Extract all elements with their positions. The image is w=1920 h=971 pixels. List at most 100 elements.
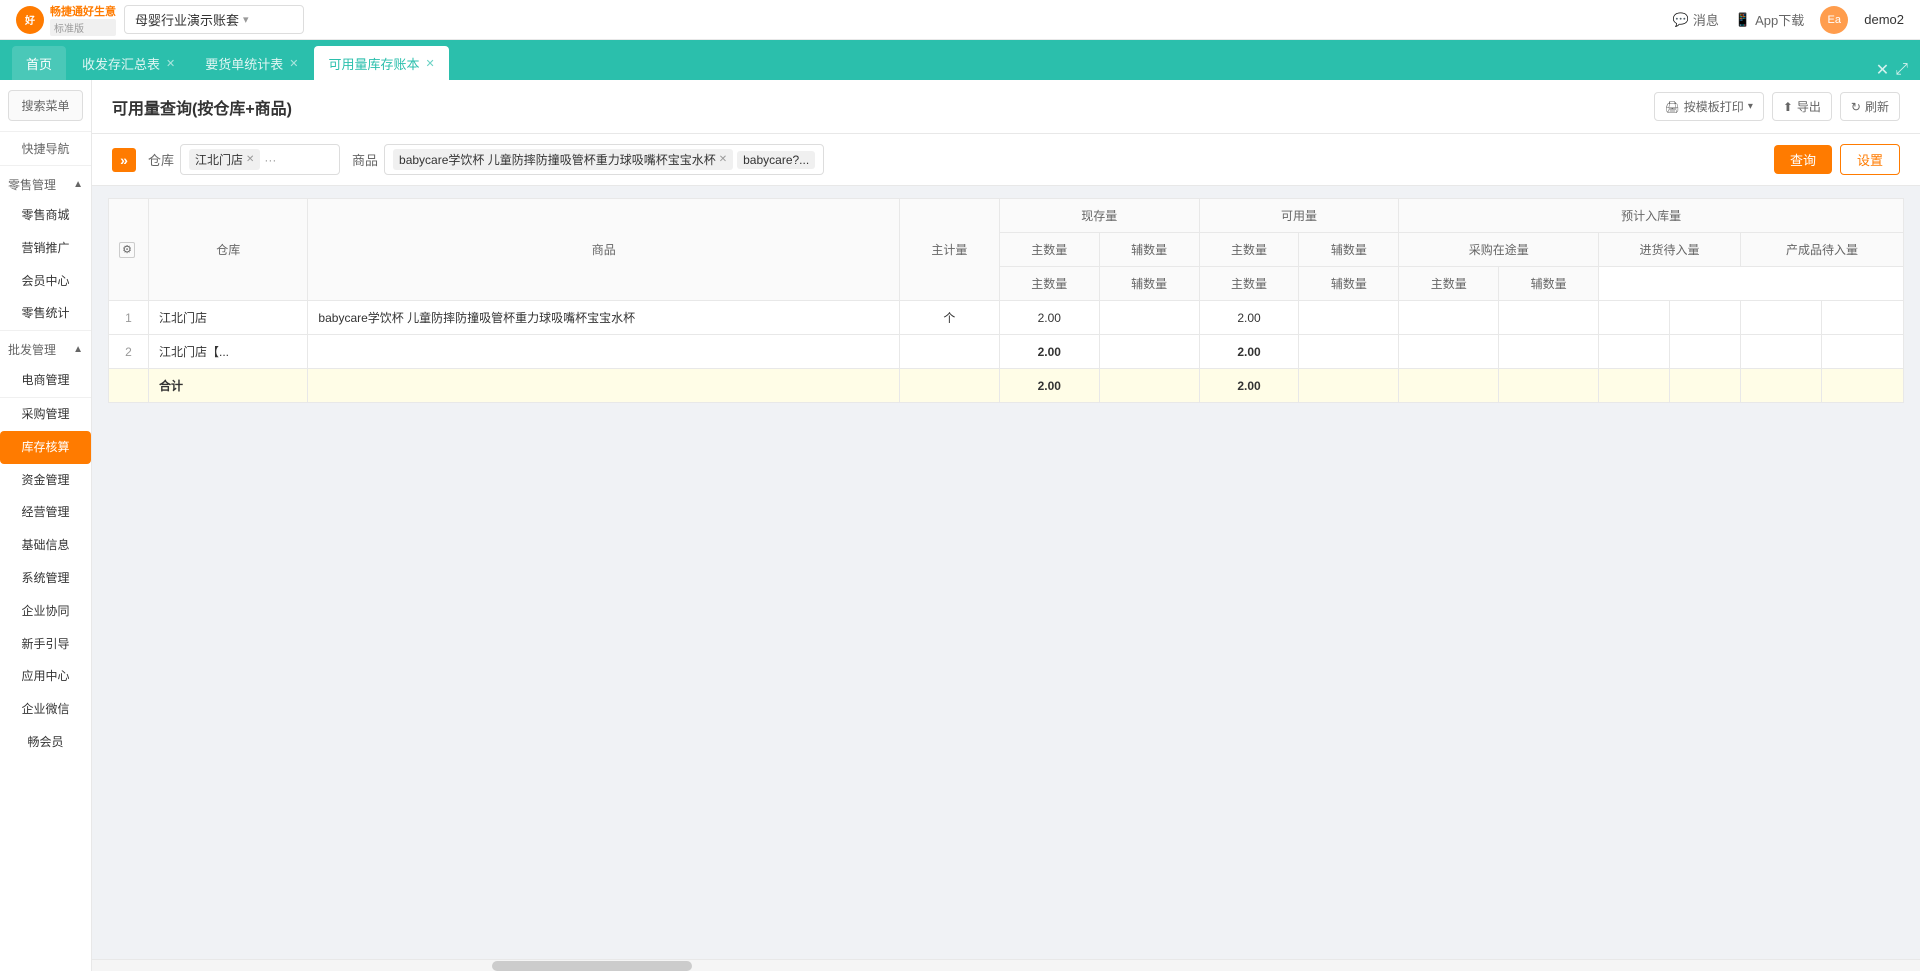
summary-inc-aux [1670, 369, 1741, 403]
warehouse-input[interactable]: 江北门店 ✕ ··· [180, 144, 340, 175]
incoming-header: 进货待入量 [1599, 233, 1741, 267]
row-current-main-2: 2.00 [999, 335, 1099, 369]
sidebar-item-collab[interactable]: 企业协同 [0, 595, 91, 628]
tab-receive-send[interactable]: 收发存汇总表 ✕ [68, 46, 189, 80]
inc-main-header: 主数量 [1199, 267, 1299, 301]
settings-btn[interactable]: 设置 [1840, 144, 1900, 175]
row-avail-main-1: 2.00 [1199, 301, 1299, 335]
row-product-1: babycare学饮杯 儿童防摔防撞吸管杯重力球吸嘴杯宝宝水杯 [308, 301, 900, 335]
warehouse-tag-close[interactable]: ✕ [246, 154, 254, 165]
current-main-header: 主数量 [999, 233, 1099, 267]
table-row: 2 江北门店【... 2.00 2.00 [109, 335, 1904, 369]
summary-current-main: 2.00 [999, 369, 1099, 403]
table-header-row-1: ⚙ 仓库 商品 主计量 现存量 可用量 预计入库量 [109, 199, 1904, 233]
sidebar-item-member[interactable]: 畅会员 [0, 726, 91, 759]
tab-close-receive-send[interactable]: ✕ [166, 57, 175, 70]
product-input[interactable]: babycare学饮杯 儿童防摔防撞吸管杯重力球吸嘴杯宝宝水杯 ✕ babyca… [384, 144, 824, 175]
org-dropdown-icon: ▾ [243, 13, 249, 26]
close-tab-btn[interactable]: ✕ [1876, 60, 1889, 80]
main-layout: 搜索菜单 快捷导航 零售管理 ▲ 零售商城 营销推广 会员中心 零售统计 批发管… [0, 80, 1920, 971]
summary-inc-main [1599, 369, 1670, 403]
export-btn[interactable]: ⬆ 导出 [1772, 92, 1832, 121]
tab-close-available-stock[interactable]: ✕ [426, 57, 435, 70]
row-num-2: 2 [109, 335, 149, 369]
summary-avail-aux [1299, 369, 1399, 403]
search-menu-btn[interactable]: 搜索菜单 [8, 90, 83, 121]
inc-aux-header: 辅数量 [1299, 267, 1399, 301]
summary-label: 合计 [149, 369, 308, 403]
tab-available-stock[interactable]: 可用量库存账本 ✕ [314, 46, 448, 80]
logo-text: 畅捷通好生意 标准版 [50, 3, 116, 36]
row-prod-main-2 [1741, 335, 1822, 369]
warehouse-ellipsis: ··· [264, 153, 276, 167]
product-filter: 商品 babycare学饮杯 儿童防摔防撞吸管杯重力球吸嘴杯宝宝水杯 ✕ bab… [352, 144, 824, 175]
export-icon: ⬆ [1783, 100, 1793, 114]
product-tag-close-1[interactable]: ✕ [719, 154, 727, 165]
tab-close-order-stats[interactable]: ✕ [289, 57, 298, 70]
sidebar-item-retail-stats[interactable]: 零售统计 [0, 297, 91, 330]
user-avatar[interactable]: Ea [1820, 6, 1848, 34]
quick-nav-btn[interactable]: 快捷导航 [0, 132, 91, 166]
message-btn[interactable]: 💬 消息 [1673, 10, 1719, 29]
maximize-btn[interactable]: ⤢ [1895, 61, 1908, 79]
sidebar-item-guide[interactable]: 新手引导 [0, 628, 91, 661]
sidebar-item-finance[interactable]: 资金管理 [0, 464, 91, 497]
print-icon: 🖨 [1665, 100, 1680, 114]
top-bar-left: 好 畅捷通好生意 标准版 母婴行业演示账套 ▾ [16, 3, 304, 36]
sidebar-item-basic[interactable]: 基础信息 [0, 529, 91, 562]
filter-expand-btn[interactable]: » [112, 148, 136, 172]
table-body: 1 江北门店 babycare学饮杯 儿童防摔防撞吸管杯重力球吸嘴杯宝宝水杯 个… [109, 301, 1904, 369]
sidebar-item-appstore[interactable]: 应用中心 [0, 660, 91, 693]
sidebar-item-membership[interactable]: 会员中心 [0, 265, 91, 298]
sidebar-item-ops[interactable]: 经营管理 [0, 496, 91, 529]
tab-home[interactable]: 首页 [12, 46, 66, 80]
refresh-btn[interactable]: ↻ 刷新 [1840, 92, 1900, 121]
tab-order-stats[interactable]: 要货单统计表 ✕ [191, 46, 312, 80]
row-inc-aux-1 [1670, 301, 1741, 335]
settings-col-header: ⚙ [109, 199, 149, 301]
sidebar-item-wework[interactable]: 企业微信 [0, 693, 91, 726]
window-controls: ✕ ⤢ [1876, 60, 1908, 80]
product-col-header: 商品 [308, 199, 900, 301]
warehouse-label: 仓库 [148, 150, 174, 169]
row-avail-main-2: 2.00 [1199, 335, 1299, 369]
sidebar-item-ecommerce[interactable]: 电商管理 [0, 364, 91, 397]
print-template-btn[interactable]: 🖨 按模板打印 ▾ [1654, 92, 1764, 121]
scrollbar-thumb[interactable] [492, 961, 692, 971]
sidebar-item-retail-store[interactable]: 零售商城 [0, 199, 91, 232]
horizontal-scrollbar[interactable] [92, 959, 1920, 971]
row-unit-1: 个 [899, 301, 999, 335]
row-pt-main-1 [1399, 301, 1499, 335]
sidebar-search: 搜索菜单 [0, 80, 91, 132]
row-pt-main-2 [1399, 335, 1499, 369]
query-btn[interactable]: 查询 [1774, 145, 1832, 174]
row-prod-aux-1 [1822, 301, 1904, 335]
unit-col-header: 主计量 [899, 199, 999, 301]
row-product-2 [308, 335, 900, 369]
table-container: ⚙ 仓库 商品 主计量 现存量 可用量 预计入库量 主数量 辅数量 主数量 辅数… [92, 186, 1920, 959]
app-download-btn[interactable]: 📱 App下载 [1735, 10, 1804, 29]
table-settings-icon[interactable]: ⚙ [119, 242, 135, 258]
summary-empty-1 [109, 369, 149, 403]
current-aux-header: 辅数量 [1099, 233, 1199, 267]
summary-prod-main [1741, 369, 1822, 403]
sidebar-item-marketing[interactable]: 营销推广 [0, 232, 91, 265]
sidebar-group-title-retail[interactable]: 零售管理 ▲ [0, 166, 91, 199]
content-area: 可用量查询(按仓库+商品) 🖨 按模板打印 ▾ ⬆ 导出 ↻ 刷新 » [92, 80, 1920, 971]
summary-pt-aux [1499, 369, 1599, 403]
row-inc-aux-2 [1670, 335, 1741, 369]
page-title: 可用量查询(按仓库+商品) [112, 95, 292, 119]
org-selector[interactable]: 母婴行业演示账套 ▾ [124, 5, 304, 34]
sidebar-item-system[interactable]: 系统管理 [0, 562, 91, 595]
row-pt-aux-2 [1499, 335, 1599, 369]
sidebar-item-inventory[interactable]: 库存核算 [0, 431, 91, 464]
row-prod-main-1 [1741, 301, 1822, 335]
summary-pt-main [1399, 369, 1499, 403]
row-inc-main-2 [1599, 335, 1670, 369]
filter-bar: » 仓库 江北门店 ✕ ··· 商品 babycare学饮杯 儿童防摔防撞吸管杯… [92, 134, 1920, 186]
row-unit-2 [899, 335, 999, 369]
summary-row: 合计 2.00 2.00 [109, 369, 1904, 403]
sidebar-item-purchase[interactable]: 采购管理 [0, 398, 91, 431]
row-warehouse-1: 江北门店 [149, 301, 308, 335]
sidebar-group-title-wholesale[interactable]: 批发管理 ▲ [0, 331, 91, 364]
